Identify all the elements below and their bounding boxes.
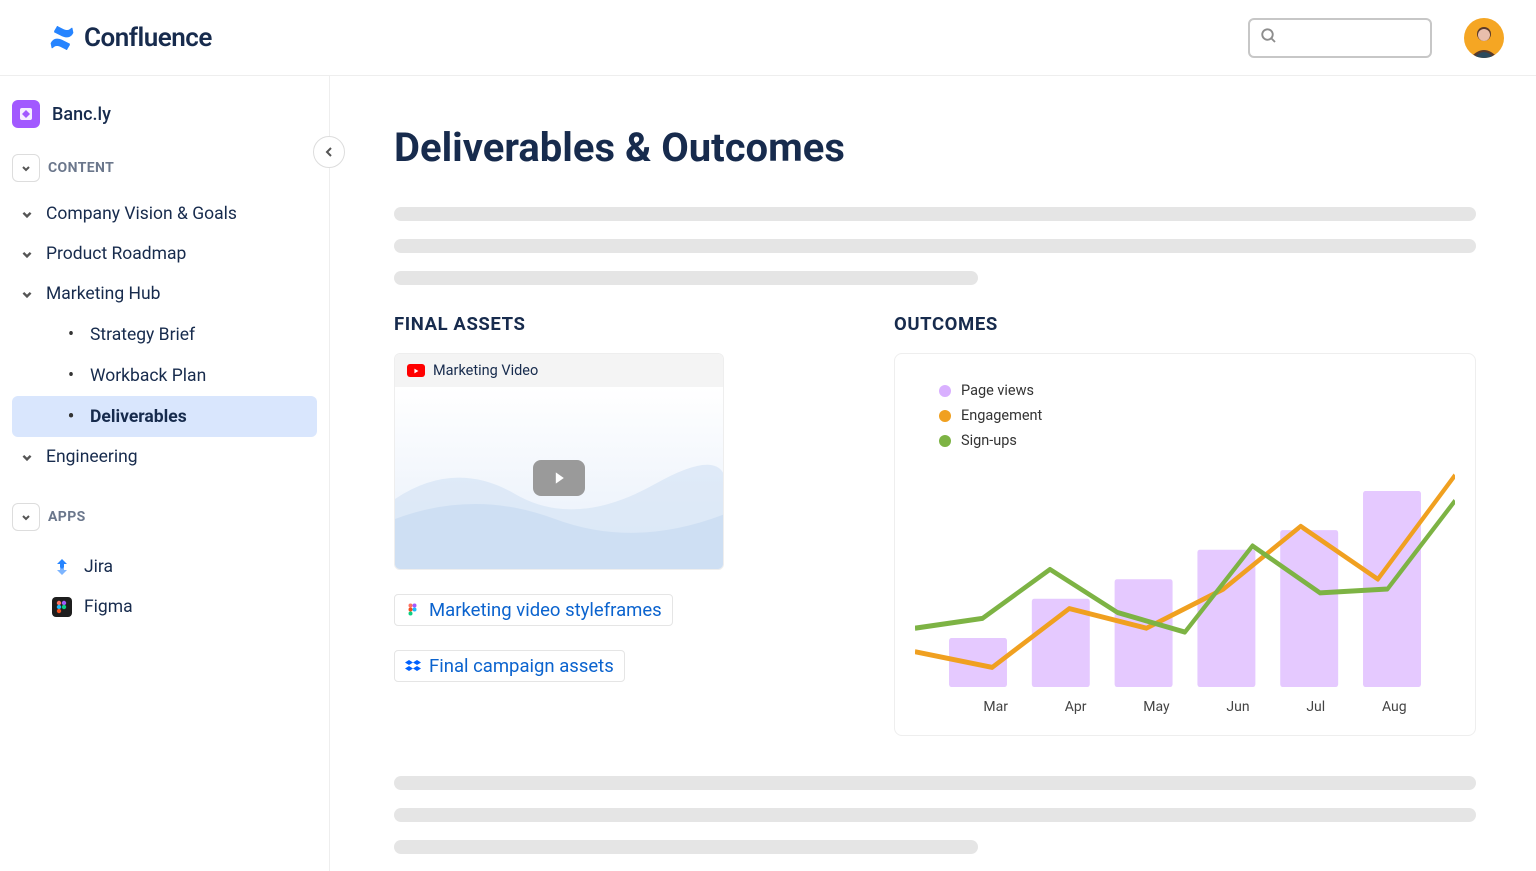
product-logo[interactable]: Confluence — [48, 23, 212, 53]
legend-label: Page views — [961, 382, 1034, 399]
figma-icon — [405, 602, 421, 618]
tree-item-vision[interactable]: Company Vision & Goals — [12, 194, 317, 234]
content-label: CONTENT — [48, 160, 114, 176]
legend-dot — [939, 385, 951, 397]
legend-item-signups: Sign-ups — [939, 432, 1455, 449]
apps-list: Jira Figma — [12, 547, 317, 627]
space-name: Banc.ly — [52, 104, 111, 125]
figma-icon — [52, 597, 72, 617]
asset-link-styleframes[interactable]: Marketing video styleframes — [394, 594, 673, 626]
app-header: Confluence — [0, 0, 1536, 76]
outcomes-chart-card: Page views Engagement Sign-ups MarAprMay… — [894, 353, 1476, 736]
outcomes-section: OUTCOMES Page views Engagement — [894, 313, 1476, 736]
tree-item-label: Marketing Hub — [46, 284, 160, 304]
final-assets-section: FINAL ASSETS Marketing Video — [394, 313, 814, 736]
video-thumbnail — [395, 387, 723, 569]
header-right — [1248, 18, 1504, 58]
asset-link-label: Marketing video styleframes — [429, 599, 662, 621]
sidebar-collapse-button[interactable] — [313, 136, 345, 168]
placeholder-line — [394, 808, 1476, 822]
video-card-header: Marketing Video — [395, 354, 723, 387]
video-embed-card[interactable]: Marketing Video — [394, 353, 724, 570]
chart-x-axis: MarAprMayJunJulAug — [915, 691, 1455, 715]
space-switcher[interactable]: Banc.ly — [12, 96, 317, 146]
confluence-icon — [48, 24, 76, 52]
outcomes-chart — [915, 457, 1455, 687]
jira-icon — [52, 557, 72, 577]
apps-expand-button[interactable] — [12, 503, 40, 531]
placeholder-line — [394, 207, 1476, 221]
sidebar: Banc.ly CONTENT Company Vision & Goals P… — [0, 76, 330, 871]
chevron-down-icon — [18, 451, 36, 463]
placeholder-line — [394, 840, 978, 854]
tree-item-label: Company Vision & Goals — [46, 204, 237, 224]
search-input[interactable] — [1248, 18, 1432, 58]
dropbox-icon — [405, 658, 421, 674]
tree-item-label: Engineering — [46, 447, 138, 467]
legend-item-pageviews: Page views — [939, 382, 1455, 399]
user-avatar[interactable] — [1464, 18, 1504, 58]
legend-dot — [939, 435, 951, 447]
bullet-icon: • — [62, 406, 80, 427]
tree-item-roadmap[interactable]: Product Roadmap — [12, 234, 317, 274]
app-item-figma[interactable]: Figma — [12, 587, 317, 627]
wave-decoration — [395, 439, 723, 569]
search-icon — [1260, 27, 1278, 49]
tree-item-workback[interactable]: • Workback Plan — [12, 355, 317, 396]
app-item-label: Figma — [84, 597, 133, 617]
legend-label: Sign-ups — [961, 432, 1017, 449]
youtube-icon — [407, 364, 425, 377]
tree-item-label: Product Roadmap — [46, 244, 186, 264]
apps-section-header: APPS — [12, 495, 317, 539]
legend-item-engagement: Engagement — [939, 407, 1455, 424]
placeholder-block — [394, 776, 1476, 854]
chevron-down-icon — [18, 248, 36, 260]
chevron-down-icon — [18, 288, 36, 300]
chart-legend: Page views Engagement Sign-ups — [939, 382, 1455, 449]
chevron-down-icon — [18, 208, 36, 220]
bullet-icon: • — [62, 365, 80, 386]
section-title-outcomes: OUTCOMES — [894, 313, 1476, 335]
legend-dot — [939, 410, 951, 422]
product-name: Confluence — [84, 23, 212, 53]
content-tree: Company Vision & Goals Product Roadmap M… — [12, 194, 317, 477]
play-button[interactable] — [533, 460, 585, 496]
space-icon — [12, 100, 40, 128]
content-section-header: CONTENT — [12, 146, 317, 190]
tree-item-label: Deliverables — [90, 407, 187, 427]
placeholder-line — [394, 239, 1476, 253]
video-title: Marketing Video — [433, 362, 538, 379]
tree-item-marketing[interactable]: Marketing Hub — [12, 274, 317, 314]
app-item-jira[interactable]: Jira — [12, 547, 317, 587]
content-expand-button[interactable] — [12, 154, 40, 182]
apps-label: APPS — [48, 509, 86, 525]
page-content: Deliverables & Outcomes FINAL ASSETS Mar… — [330, 76, 1536, 871]
page-title: Deliverables & Outcomes — [394, 124, 1476, 171]
legend-label: Engagement — [961, 407, 1042, 424]
tree-item-label: Workback Plan — [90, 366, 206, 386]
asset-link-label: Final campaign assets — [429, 655, 614, 677]
asset-link-campaign[interactable]: Final campaign assets — [394, 650, 625, 682]
section-title-assets: FINAL ASSETS — [394, 313, 814, 335]
placeholder-line — [394, 776, 1476, 790]
tree-item-deliverables[interactable]: • Deliverables — [12, 396, 317, 437]
app-item-label: Jira — [84, 557, 113, 577]
tree-item-engineering[interactable]: Engineering — [12, 437, 317, 477]
bullet-icon: • — [62, 324, 80, 345]
placeholder-line — [394, 271, 978, 285]
tree-item-label: Strategy Brief — [90, 325, 195, 345]
tree-item-strategy[interactable]: • Strategy Brief — [12, 314, 317, 355]
